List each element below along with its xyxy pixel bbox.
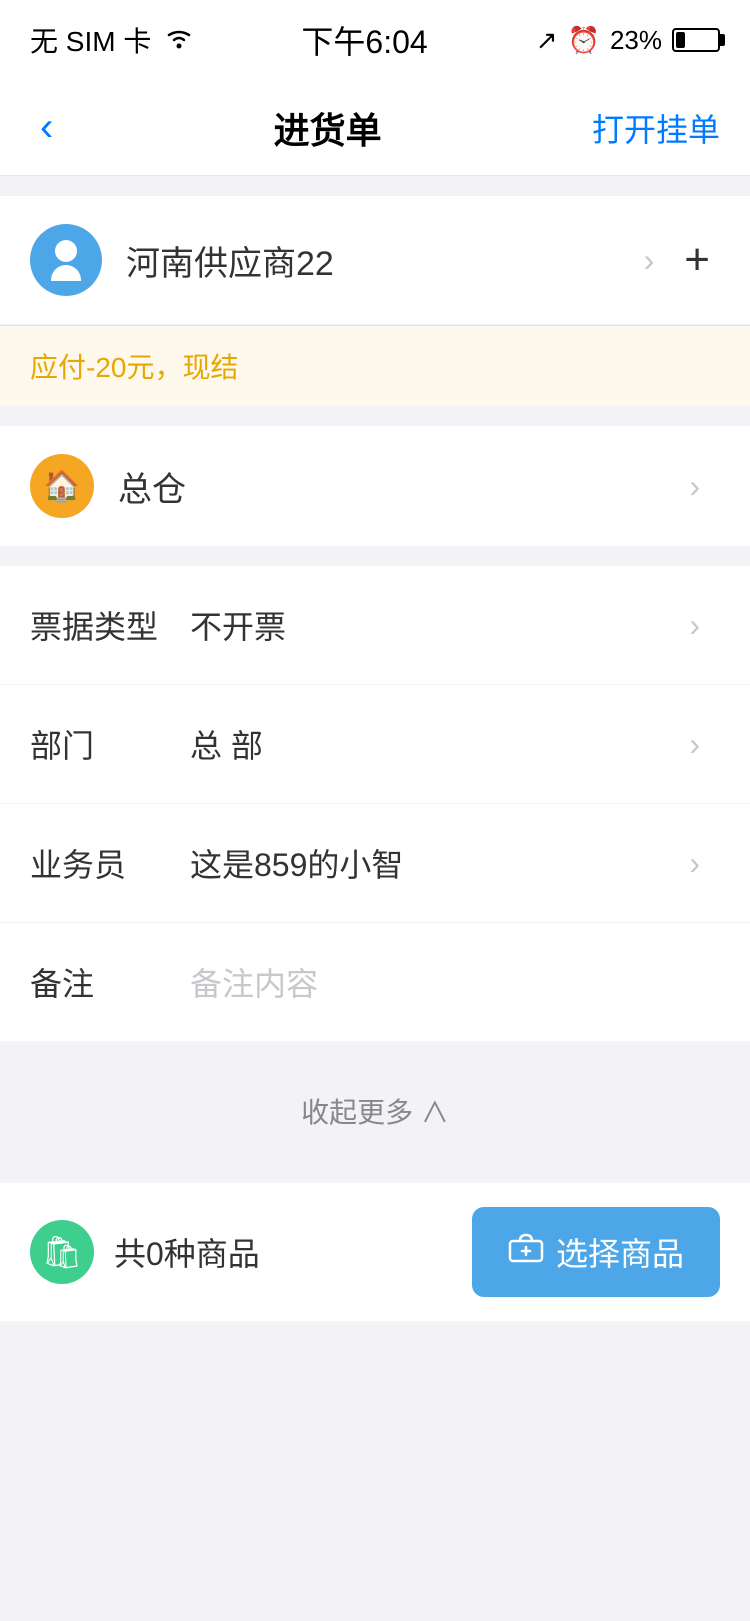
person-body bbox=[51, 265, 81, 281]
person-head bbox=[55, 240, 77, 262]
collapse-button[interactable]: 收起更多 ∧ bbox=[0, 1061, 750, 1161]
status-time: 下午6:04 bbox=[301, 17, 427, 63]
bottom-divider bbox=[0, 1161, 750, 1181]
notice-bar: 应付-20元，现结 bbox=[0, 325, 750, 406]
warehouse-chevron-icon: › bbox=[689, 468, 700, 505]
supplier-avatar bbox=[30, 224, 102, 296]
dept-label: 部门 bbox=[30, 721, 190, 767]
open-pending-button[interactable]: 打开挂单 bbox=[592, 105, 720, 151]
remark-input[interactable]: 备注内容 bbox=[190, 959, 720, 1005]
warehouse-icon: 🏠 bbox=[30, 454, 94, 518]
status-left: 无 SIM 卡 bbox=[30, 20, 193, 60]
invoice-value: 不开票 bbox=[190, 602, 689, 648]
warehouse-section: 🏠 总仓 › bbox=[0, 426, 750, 546]
shopping-bag-icon: 🛍 bbox=[42, 1233, 83, 1271]
form-section: 票据类型 不开票 › 部门 总 部 › 业务员 这是859的小智 › 备注 备注… bbox=[0, 566, 750, 1041]
select-goods-label: 选择商品 bbox=[556, 1229, 684, 1275]
status-bar: 无 SIM 卡 下午6:04 ↗ ⏰ 23% bbox=[0, 0, 750, 80]
goods-count-label: 共0种商品 bbox=[114, 1229, 472, 1275]
invoice-label: 票据类型 bbox=[30, 602, 190, 648]
invoice-chevron-icon: › bbox=[689, 607, 700, 644]
battery-percentage: 23% bbox=[610, 25, 662, 56]
select-goods-icon bbox=[508, 1233, 544, 1271]
sales-label: 业务员 bbox=[30, 840, 190, 886]
dept-row[interactable]: 部门 总 部 › bbox=[0, 685, 750, 804]
nav-bar: ‹ 进货单 打开挂单 bbox=[0, 80, 750, 176]
supplier-chevron-icon: › bbox=[644, 242, 655, 279]
bottom-bar: 🛍 共0种商品 选择商品 bbox=[0, 1181, 750, 1321]
wifi-icon bbox=[165, 24, 193, 56]
location-icon: ↗ bbox=[536, 25, 558, 56]
notice-text: 应付-20元，现结 bbox=[30, 352, 238, 383]
person-icon bbox=[51, 240, 81, 281]
dept-chevron-icon: › bbox=[689, 726, 700, 763]
back-button[interactable]: ‹ bbox=[30, 95, 63, 160]
carrier-label: 无 SIM 卡 bbox=[30, 20, 151, 60]
warehouse-row[interactable]: 🏠 总仓 › bbox=[0, 426, 750, 546]
page-title: 进货单 bbox=[274, 102, 382, 154]
house-icon: 🏠 bbox=[43, 469, 80, 504]
collapse-label: 收起更多 ∧ bbox=[301, 1091, 449, 1131]
remark-label: 备注 bbox=[30, 959, 190, 1005]
divider-top bbox=[0, 176, 750, 196]
alarm-icon: ⏰ bbox=[568, 25, 600, 56]
add-supplier-button[interactable]: + bbox=[674, 235, 720, 285]
status-right: ↗ ⏰ 23% bbox=[536, 25, 720, 56]
page-background bbox=[0, 1321, 750, 1621]
sales-row[interactable]: 业务员 这是859的小智 › bbox=[0, 804, 750, 923]
battery-icon bbox=[672, 28, 720, 52]
sales-chevron-icon: › bbox=[689, 845, 700, 882]
sales-value: 这是859的小智 bbox=[190, 840, 689, 886]
supplier-row[interactable]: 河南供应商22 › + bbox=[0, 196, 750, 325]
supplier-name: 河南供应商22 bbox=[126, 236, 644, 285]
goods-icon: 🛍 bbox=[30, 1220, 94, 1284]
remark-row[interactable]: 备注 备注内容 bbox=[0, 923, 750, 1041]
supplier-section: 河南供应商22 › + 应付-20元，现结 bbox=[0, 196, 750, 406]
warehouse-name: 总仓 bbox=[118, 462, 689, 511]
dept-value: 总 部 bbox=[190, 721, 689, 767]
select-goods-button[interactable]: 选择商品 bbox=[472, 1207, 720, 1297]
invoice-type-row[interactable]: 票据类型 不开票 › bbox=[0, 566, 750, 685]
